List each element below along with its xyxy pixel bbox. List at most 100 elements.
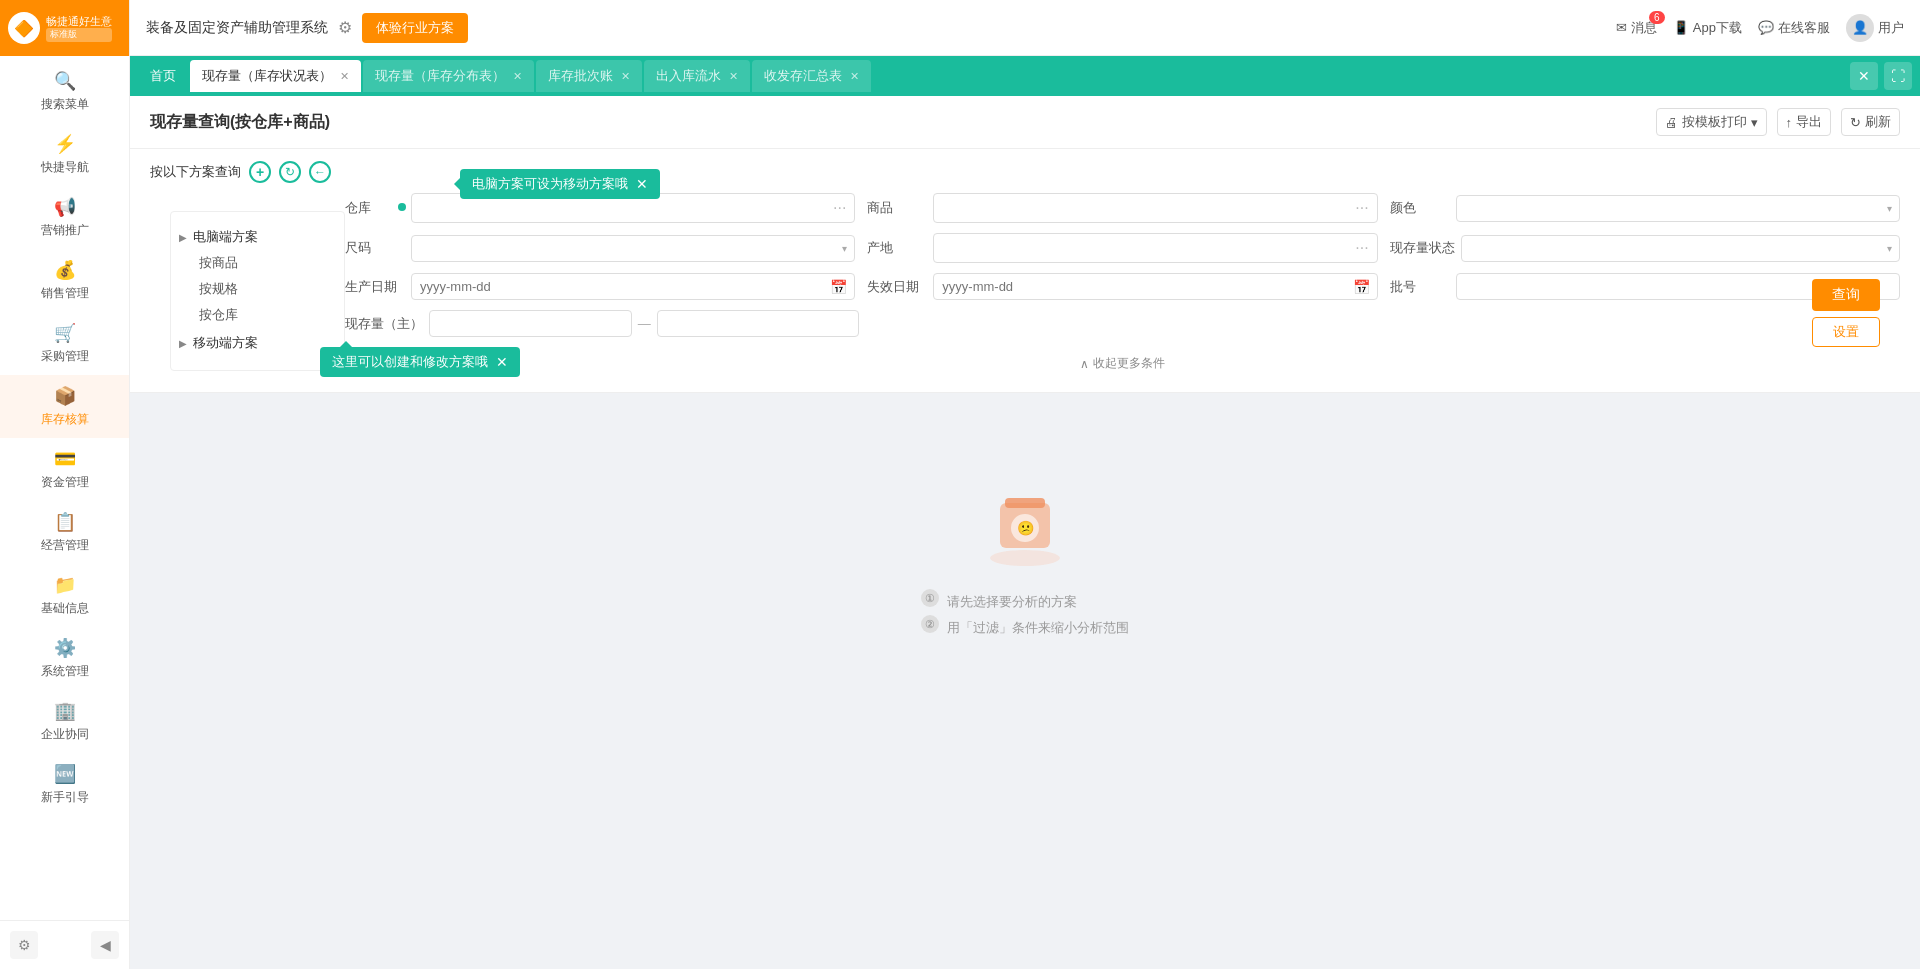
warehouse-dots[interactable]: ··· xyxy=(833,199,846,217)
sidebar-item-ops[interactable]: 📋 经营管理 xyxy=(0,501,129,564)
page-title: 现存量查询(按仓库+商品) xyxy=(150,112,330,133)
tab-inventory-dist[interactable]: 现存量（库存分布表） ✕ xyxy=(363,60,534,92)
scheme-list: ▶ 电脑端方案 按商品 按规格 按仓库 ▶ 移动端方案 xyxy=(179,220,336,362)
filter-field-product: 商品 ··· xyxy=(867,193,1377,223)
sidebar-item-quick[interactable]: ⚡ 快捷导航 xyxy=(0,123,129,186)
chevron-icon: ▶ xyxy=(179,232,187,243)
enterprise-icon: 🏢 xyxy=(54,700,76,722)
tab-batch-account[interactable]: 库存批次账 ✕ xyxy=(536,60,642,92)
product-label: 商品 xyxy=(867,199,927,217)
filter-field-size: 尺码 ▾ xyxy=(345,235,855,262)
basic-icon: 📁 xyxy=(54,574,76,596)
message-icon: ✉ xyxy=(1616,20,1627,35)
guide-icon: 🆕 xyxy=(54,763,76,785)
search-icon: 🔍 xyxy=(54,70,76,92)
sidebar-item-system[interactable]: ⚙️ 系统管理 xyxy=(0,627,129,690)
scheme-group-pc-label: 电脑端方案 xyxy=(193,228,258,246)
size-select[interactable] xyxy=(411,235,855,262)
filter-row-3: 生产日期 📅 失效日期 📅 xyxy=(345,273,1900,300)
trial-button[interactable]: 体验行业方案 xyxy=(362,13,468,43)
tab-home[interactable]: 首页 xyxy=(138,67,188,85)
stock-qty-min[interactable] xyxy=(429,310,632,337)
empty-illustration: 😕 xyxy=(975,473,1075,573)
tab-close-icon[interactable]: ✕ xyxy=(513,70,522,83)
sidebar-item-search[interactable]: 🔍 搜索菜单 xyxy=(0,60,129,123)
filter-rows: 仓库 ··· 商品 ··· xyxy=(345,193,1900,337)
user-menu[interactable]: 👤 用户 xyxy=(1846,14,1904,42)
filter-field-stock-status: 现存量状态 ▾ xyxy=(1390,235,1900,262)
sidebar-item-enterprise[interactable]: 🏢 企业协同 xyxy=(0,690,129,753)
prod-date-label: 生产日期 xyxy=(345,278,405,296)
collapse-sidebar-button[interactable]: ◀ xyxy=(91,931,119,959)
message-button[interactable]: ✉ 消息 6 xyxy=(1616,19,1657,37)
tab-close-icon[interactable]: ✕ xyxy=(621,70,630,83)
fullscreen-button[interactable]: ⛶ xyxy=(1884,62,1912,90)
system-icon: ⚙️ xyxy=(54,637,76,659)
tab-in-out-flow[interactable]: 出入库流水 ✕ xyxy=(644,60,750,92)
system-name: 装备及固定资产辅助管理系统 xyxy=(146,19,328,37)
settings-button[interactable]: ⚙ xyxy=(10,931,38,959)
online-service-button[interactable]: 💬 在线客服 xyxy=(1758,19,1830,37)
tooltip-pc-close[interactable]: ✕ xyxy=(636,176,648,192)
filter-area: 按以下方案查询 + ↻ ← 电脑方案可设为移动方案哦 ✕ xyxy=(130,149,1920,393)
scheme-group-mobile: ▶ 移动端方案 xyxy=(179,330,336,356)
scheme-item-warehouse[interactable]: 按仓库 xyxy=(179,302,336,328)
size-label: 尺码 xyxy=(345,239,405,257)
empty-tips: ① 请先选择要分析的方案 ② 用「过滤」条件来缩小分析范围 xyxy=(921,589,1129,641)
tooltip-edit: 这里可以创建和修改方案哦 ✕ xyxy=(320,347,520,377)
scheme-item-product[interactable]: 按商品 xyxy=(179,250,336,276)
marketing-icon: 📢 xyxy=(54,196,76,218)
prod-date-input[interactable] xyxy=(411,273,855,300)
tab-close-icon[interactable]: ✕ xyxy=(729,70,738,83)
tab-receive-summary[interactable]: 收发存汇总表 ✕ xyxy=(752,60,871,92)
filter-field-origin: 产地 ··· xyxy=(867,233,1377,263)
expire-date-input[interactable] xyxy=(933,273,1377,300)
gear-icon[interactable]: ⚙ xyxy=(338,18,352,37)
export-button[interactable]: ↑ 导出 xyxy=(1777,108,1832,136)
sidebar-item-basic[interactable]: 📁 基础信息 xyxy=(0,564,129,627)
purchase-icon: 🛒 xyxy=(54,322,76,344)
sidebar-item-sales[interactable]: 💰 销售管理 xyxy=(0,249,129,312)
stock-status-select[interactable] xyxy=(1461,235,1900,262)
sidebar-item-label: 新手引导 xyxy=(41,789,89,806)
scheme-group-mobile-header[interactable]: ▶ 移动端方案 xyxy=(179,330,336,356)
stock-qty-range: — xyxy=(429,310,859,337)
sidebar-item-purchase[interactable]: 🛒 采购管理 xyxy=(0,312,129,375)
calendar-icon[interactable]: 📅 xyxy=(830,279,847,295)
app-download-button[interactable]: 📱 App下载 xyxy=(1673,19,1742,37)
close-all-tabs-button[interactable]: ✕ xyxy=(1850,62,1878,90)
sidebar-item-finance[interactable]: 💳 资金管理 xyxy=(0,438,129,501)
sidebar-item-label: 库存核算 xyxy=(41,411,89,428)
sidebar-item-inventory[interactable]: 📦 库存核算 xyxy=(0,375,129,438)
tooltip-edit-close[interactable]: ✕ xyxy=(496,354,508,370)
chevron-up-icon: ∧ xyxy=(1080,357,1089,371)
collapse-button[interactable]: ∧ 收起更多条件 xyxy=(1080,355,1165,372)
arrow-scheme-button[interactable]: ← xyxy=(309,161,331,183)
add-scheme-button[interactable]: + xyxy=(249,161,271,183)
scheme-item-spec[interactable]: 按规格 xyxy=(179,276,336,302)
refresh-scheme-button[interactable]: ↻ xyxy=(279,161,301,183)
tab-close-icon[interactable]: ✕ xyxy=(850,70,859,83)
scheme-group-pc: ▶ 电脑端方案 按商品 按规格 按仓库 xyxy=(179,224,336,328)
scheme-group-pc-header[interactable]: ▶ 电脑端方案 xyxy=(179,224,336,250)
tab-inventory-status[interactable]: 现存量（库存状况表） ✕ xyxy=(190,60,361,92)
refresh-icon: ↻ xyxy=(1850,115,1861,130)
inventory-icon: 📦 xyxy=(54,385,76,407)
print-template-button[interactable]: 🖨 按模板打印 ▾ xyxy=(1656,108,1767,136)
batch-label: 批号 xyxy=(1390,278,1450,296)
product-dots[interactable]: ··· xyxy=(1355,199,1368,217)
filter-header: 按以下方案查询 + ↻ ← xyxy=(150,161,1900,183)
stock-qty-max[interactable] xyxy=(657,310,860,337)
sidebar-item-label: 快捷导航 xyxy=(41,159,89,176)
tab-close-icon[interactable]: ✕ xyxy=(340,70,349,83)
reset-button[interactable]: 设置 xyxy=(1812,317,1880,347)
calendar-icon[interactable]: 📅 xyxy=(1353,279,1370,295)
sidebar-item-marketing[interactable]: 📢 营销推广 xyxy=(0,186,129,249)
refresh-button[interactable]: ↻ 刷新 xyxy=(1841,108,1900,136)
origin-dots[interactable]: ··· xyxy=(1355,239,1368,257)
color-select[interactable] xyxy=(1456,195,1900,222)
page-content: 现存量查询(按仓库+商品) 🖨 按模板打印 ▾ ↑ 导出 ↻ 刷新 xyxy=(130,96,1920,969)
query-button[interactable]: 查询 xyxy=(1812,279,1880,311)
avatar: 👤 xyxy=(1846,14,1874,42)
sidebar-item-guide[interactable]: 🆕 新手引导 xyxy=(0,753,129,816)
